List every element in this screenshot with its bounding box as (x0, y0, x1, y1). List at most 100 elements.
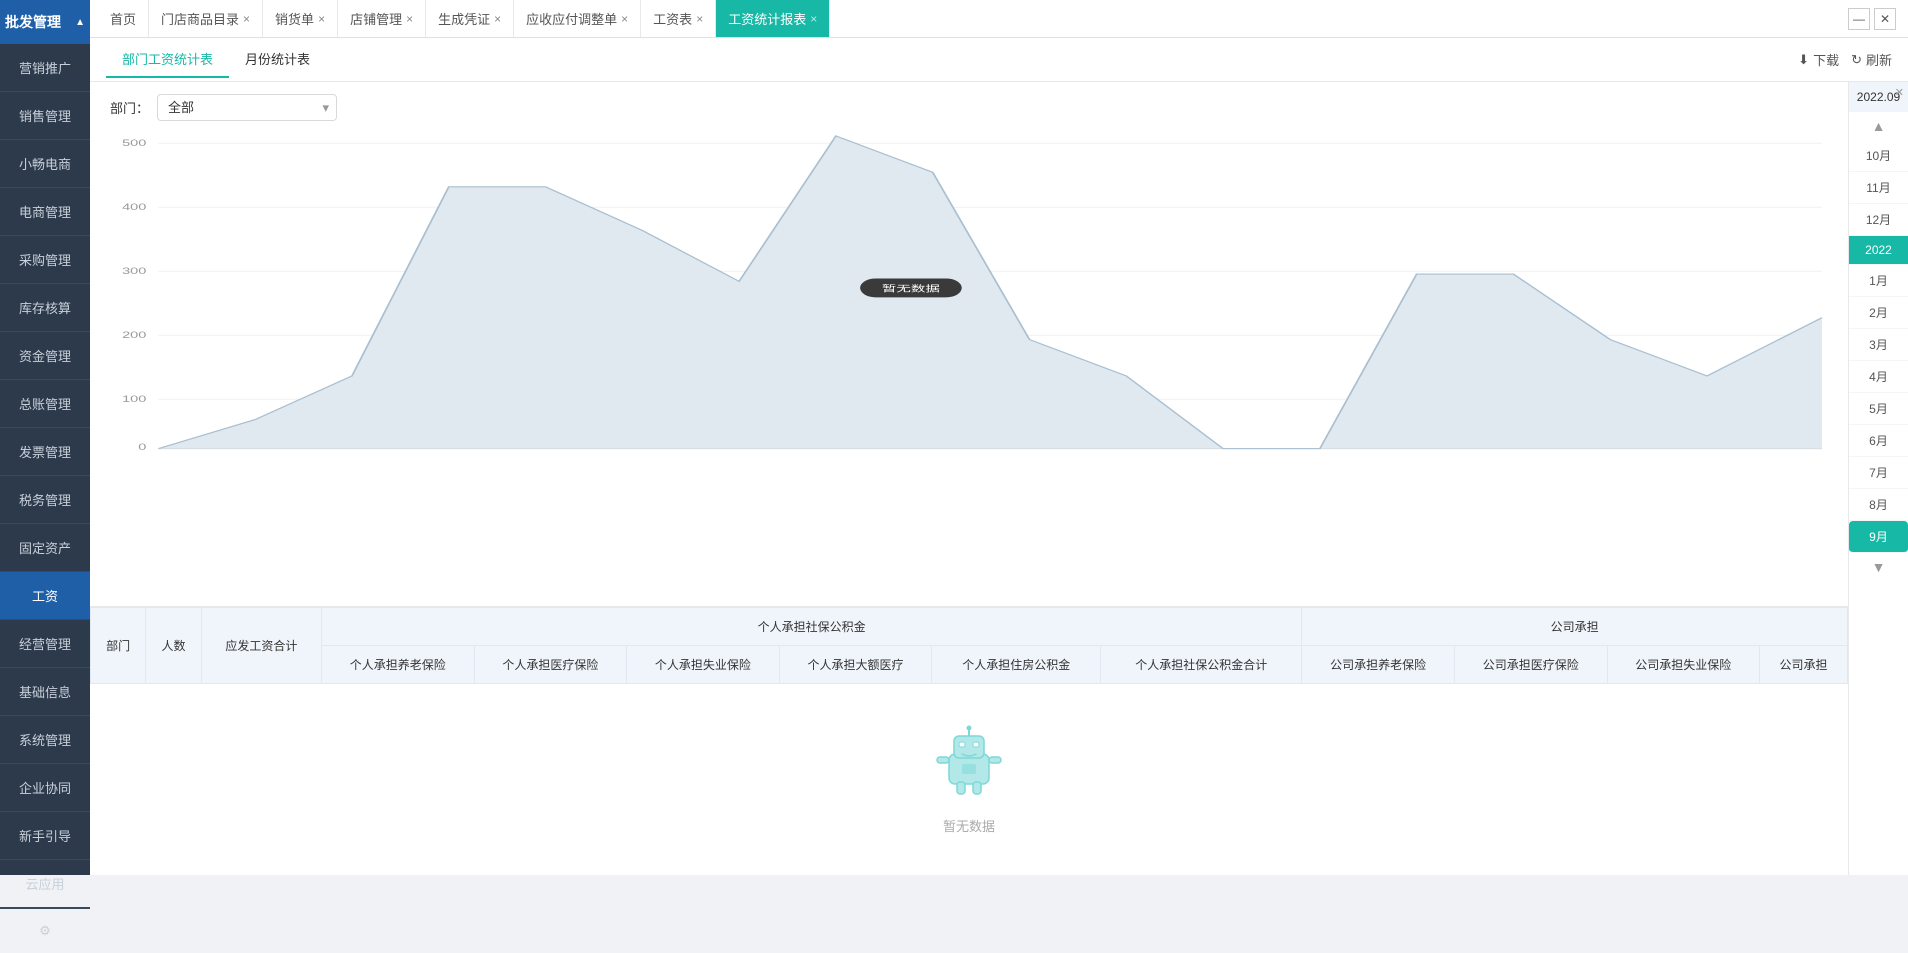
col-company-unemployment: 公司承担失业保险 (1607, 646, 1760, 684)
tab-sales-order[interactable]: 销货单 × (263, 0, 338, 38)
tab-store-mgmt[interactable]: 店铺管理 × (338, 0, 426, 38)
date-sidebar-header: 2022.09 ✕ (1849, 82, 1908, 112)
sidebar-item-payroll[interactable]: 工资 (0, 572, 90, 620)
svg-text:500: 500 (122, 138, 147, 148)
window-controls: — ✕ (1848, 8, 1900, 30)
sidebar-item-system[interactable]: 系统管理 (0, 716, 90, 764)
download-button[interactable]: ⬇ 下载 (1798, 50, 1839, 69)
empty-icon (929, 724, 1009, 804)
sub-tab-dept-stats[interactable]: 部门工资统计表 (106, 41, 229, 78)
sidebar-footer-settings[interactable]: ⚙ (0, 908, 90, 953)
sidebar: 批发管理 ▲ 营销推广销售管理小畅电商电商管理采购管理库存核算资金管理总账管理发… (0, 0, 90, 875)
col-group-personal: 个人承担社保公积金 (321, 608, 1301, 646)
sidebar-item-purchase[interactable]: 采购管理 (0, 236, 90, 284)
sidebar-header[interactable]: 批发管理 ▲ (0, 0, 90, 44)
date-item-2月[interactable]: 2月 (1849, 297, 1908, 329)
date-nav-down[interactable]: ▼ (1849, 553, 1908, 581)
tab-label-store-mgmt: 店铺管理 (350, 9, 402, 28)
refresh-button[interactable]: ↻ 刷新 (1851, 50, 1892, 69)
date-item-5月[interactable]: 5月 (1849, 393, 1908, 425)
toolbar-actions: ⬇ 下载 ↻ 刷新 (1798, 50, 1892, 69)
empty-state: 暂无数据 (91, 684, 1848, 875)
svg-text:暂无数据: 暂无数据 (882, 283, 940, 294)
tab-home[interactable]: 首页 (98, 0, 149, 38)
date-item-8月[interactable]: 8月 (1849, 489, 1908, 521)
tab-label-voucher: 生成凭证 (438, 9, 490, 28)
close-button[interactable]: ✕ (1874, 8, 1896, 30)
sidebar-arrow-icon: ▲ (75, 17, 85, 28)
table-section: 部门 人数 应发工资合计 个人承担社保公积金 公司承担 个人承担养老保险 个人承… (90, 606, 1848, 875)
sidebar-item-guide[interactable]: 新手引导 (0, 812, 90, 860)
data-table: 部门 人数 应发工资合计 个人承担社保公积金 公司承担 个人承担养老保险 个人承… (90, 607, 1848, 875)
tab-label-wage-report: 工资统计报表 (728, 9, 806, 28)
date-sidebar-close-btn[interactable]: ✕ (1895, 86, 1904, 99)
sidebar-item-apps[interactable]: 云应用 (0, 860, 90, 908)
date-sidebar: 2022.09 ✕ ▲ 10月11月12月20221月2月3月4月5月6月7月8… (1848, 82, 1908, 875)
dept-label: 部门： (110, 98, 149, 117)
minimize-button[interactable]: — (1848, 8, 1870, 30)
content-area: 部门： 全部 500 400 300 200 100 (90, 82, 1908, 875)
svg-text:100: 100 (122, 394, 147, 404)
col-personal-major-medical: 个人承担大额医疗 (779, 646, 932, 684)
svg-text:0: 0 (138, 442, 146, 452)
date-item-10月[interactable]: 10月 (1849, 140, 1908, 172)
sidebar-item-accounting[interactable]: 总账管理 (0, 380, 90, 428)
tab-wage-report[interactable]: 工资统计报表 × (716, 0, 830, 38)
tab-voucher[interactable]: 生成凭证 × (426, 0, 514, 38)
tab-close-ar-ap[interactable]: × (621, 12, 628, 26)
svg-text:300: 300 (122, 266, 147, 276)
empty-row: 暂无数据 (91, 684, 1848, 876)
col-dept: 部门 (91, 608, 146, 684)
dept-select-wrapper: 全部 (157, 94, 337, 121)
svg-text:200: 200 (122, 330, 147, 340)
sidebar-item-invoice[interactable]: 发票管理 (0, 428, 90, 476)
sidebar-item-tax[interactable]: 税务管理 (0, 476, 90, 524)
date-item-1月[interactable]: 1月 (1849, 265, 1908, 297)
col-company-pension: 公司承担养老保险 (1302, 646, 1455, 684)
date-item-4月[interactable]: 4月 (1849, 361, 1908, 393)
tab-close-voucher[interactable]: × (494, 12, 501, 26)
gear-icon: ⚙ (39, 923, 51, 938)
sidebar-item-sales[interactable]: 销售管理 (0, 92, 90, 140)
dept-select[interactable]: 全部 (157, 94, 337, 121)
date-item-12月[interactable]: 12月 (1849, 204, 1908, 236)
date-item-2022[interactable]: 2022 (1849, 236, 1908, 265)
date-item-3月[interactable]: 3月 (1849, 329, 1908, 361)
sidebar-item-ecommerce-mgmt[interactable]: 电商管理 (0, 188, 90, 236)
tab-close-sales-order[interactable]: × (318, 12, 325, 26)
col-group-company: 公司承担 (1302, 608, 1848, 646)
date-item-7月[interactable]: 7月 (1849, 457, 1908, 489)
toolbar: 部门工资统计表月份统计表 ⬇ 下载 ↻ 刷新 (90, 38, 1908, 82)
tab-ar-ap[interactable]: 应收应付调整单 × (514, 0, 641, 38)
col-personal-pension: 个人承担养老保险 (321, 646, 474, 684)
tab-wage-table[interactable]: 工资表 × (641, 0, 716, 38)
date-item-6月[interactable]: 6月 (1849, 425, 1908, 457)
col-personal-housing: 个人承担住房公积金 (932, 646, 1101, 684)
tab-close-store-mgmt[interactable]: × (406, 12, 413, 26)
col-company-medical: 公司承担医疗保险 (1454, 646, 1607, 684)
sidebar-item-ecommerce-small[interactable]: 小畅电商 (0, 140, 90, 188)
svg-text:400: 400 (122, 202, 147, 212)
sidebar-item-finance[interactable]: 资金管理 (0, 332, 90, 380)
date-item-9月[interactable]: 9月 (1849, 521, 1908, 553)
date-nav-up[interactable]: ▲ (1849, 112, 1908, 140)
sidebar-item-operations[interactable]: 经营管理 (0, 620, 90, 668)
sidebar-item-marketing[interactable]: 营销推广 (0, 44, 90, 92)
tab-label-ar-ap: 应收应付调整单 (526, 9, 617, 28)
tab-close-wage-report[interactable]: × (810, 12, 817, 26)
col-personal-medical: 个人承担医疗保险 (474, 646, 627, 684)
sidebar-item-inventory[interactable]: 库存核算 (0, 284, 90, 332)
sidebar-title: 批发管理 (5, 12, 61, 32)
chart-section: 部门： 全部 500 400 300 200 100 (90, 82, 1848, 875)
date-header-label: 2022.09 (1857, 90, 1900, 104)
tab-close-store-catalog[interactable]: × (243, 12, 250, 26)
date-item-11月[interactable]: 11月 (1849, 172, 1908, 204)
chart-area: 500 400 300 200 100 0 (90, 133, 1848, 606)
sidebar-item-enterprise[interactable]: 企业协同 (0, 764, 90, 812)
sidebar-item-assets[interactable]: 固定资产 (0, 524, 90, 572)
sidebar-item-basic-info[interactable]: 基础信息 (0, 668, 90, 716)
tab-close-wage-table[interactable]: × (696, 12, 703, 26)
tab-store-catalog[interactable]: 门店商品目录 × (149, 0, 263, 38)
empty-text: 暂无数据 (131, 816, 1808, 835)
sub-tab-monthly-stats[interactable]: 月份统计表 (229, 41, 326, 78)
